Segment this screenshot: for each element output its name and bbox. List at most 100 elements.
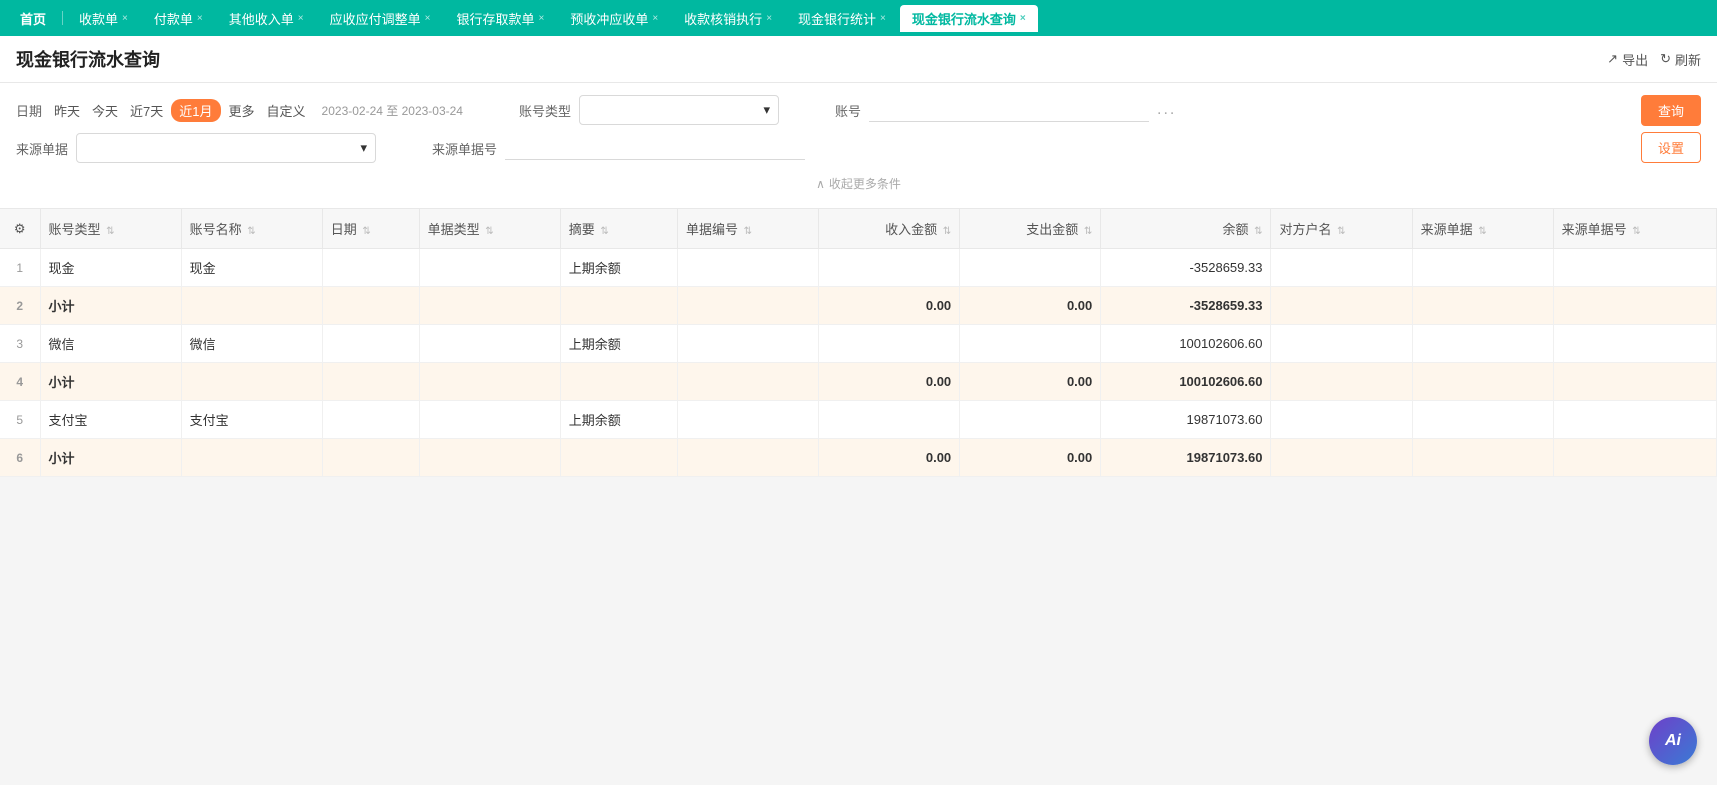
nav-tab-5[interactable]: 预收冲应收单 × [558,5,670,32]
page-header: 现金银行流水查询 ↗ 导出 ↻ 刷新 [0,36,1717,83]
more-options-icon[interactable]: ... [1157,101,1176,119]
nav-tab-3[interactable]: 应收应付调整单 × [318,5,443,32]
nav-tab-2[interactable]: 其他收入单 × [217,5,316,32]
cell-income [819,401,960,439]
source-doc-no-label: 来源单据号 [432,139,497,158]
cell-account-name [181,363,322,401]
cell-account-name [181,439,322,477]
cell-balance: 19871073.60 [1101,439,1271,477]
cell-expense: 0.00 [960,363,1101,401]
cell-account-type: 微信 [40,325,181,363]
nav-tab-8[interactable]: 现金银行流水查询 × [900,5,1038,32]
column-gear[interactable]: ⚙ [0,209,40,249]
date-btn-more[interactable]: 更多 [225,99,259,122]
close-icon[interactable]: × [197,13,203,24]
column-counterparty[interactable]: 对方户名 ⇅ [1271,209,1412,249]
cell-voucher-no [677,401,818,439]
column-balance[interactable]: 余额 ⇅ [1101,209,1271,249]
account-type-label: 账号类型 [519,101,571,120]
date-btn-7days[interactable]: 近7天 [126,99,167,122]
refresh-button[interactable]: ↻ 刷新 [1660,50,1701,69]
column-summary[interactable]: 摘要 ⇅ [560,209,677,249]
date-shortcuts: 昨天 今天 近7天 近1月 更多 自定义 [50,99,310,122]
close-icon[interactable]: × [298,13,304,24]
cell-account-type: 现金 [40,249,181,287]
column-account-name[interactable]: 账号名称 ⇅ [181,209,322,249]
source-doc-select[interactable]: ▾ [76,133,376,163]
page-title: 现金银行流水查询 [16,46,160,72]
cell-account-type: 小计 [40,363,181,401]
column-voucher-type[interactable]: 单据类型 ⇅ [419,209,560,249]
cell-voucher-type [419,287,560,325]
close-icon[interactable]: × [425,13,431,24]
cell-counterparty [1271,287,1412,325]
ai-badge[interactable]: Ai [1649,717,1697,765]
header-actions: ↗ 导出 ↻ 刷新 [1607,50,1701,69]
chevron-down-icon: ▾ [360,140,367,156]
table-row: 3微信微信上期余额100102606.60 [0,325,1717,363]
nav-tab-1[interactable]: 付款单 × [142,5,215,32]
query-button[interactable]: 查询 [1641,95,1701,126]
cell-summary [560,363,677,401]
nav-tab-0[interactable]: 收款单 × [67,5,140,32]
close-icon[interactable]: × [122,13,128,24]
close-icon[interactable]: × [1020,13,1026,24]
cell-balance: 100102606.60 [1101,325,1271,363]
sort-icon: ⇅ [1254,226,1262,237]
column-expense[interactable]: 支出金额 ⇅ [960,209,1101,249]
close-icon[interactable]: × [538,13,544,24]
cell-date [322,401,419,439]
cell-balance: -3528659.33 [1101,287,1271,325]
cell-voucher-no [677,249,818,287]
column-source-doc[interactable]: 来源单据 ⇅ [1412,209,1553,249]
table-row: 6小计0.000.0019871073.60 [0,439,1717,477]
cell-date [322,325,419,363]
nav-tab-6[interactable]: 收款核销执行 × [672,5,784,32]
date-btn-custom[interactable]: 自定义 [263,99,310,122]
export-icon: ↗ [1607,51,1618,67]
sort-icon: ⇅ [485,226,493,237]
nav-home[interactable]: 首页 [8,5,58,32]
date-btn-today[interactable]: 今天 [88,99,122,122]
cell-counterparty [1271,439,1412,477]
column-income[interactable]: 收入金额 ⇅ [819,209,960,249]
cell-voucher-type [419,401,560,439]
settings-button[interactable]: 设置 [1641,132,1701,163]
chevron-down-icon: ▾ [763,102,770,118]
source-doc-filter-group: 来源单据 ▾ [16,133,376,163]
cell-balance: 100102606.60 [1101,363,1271,401]
sort-icon: ⇅ [1632,226,1640,237]
sort-icon: ⇅ [744,226,752,237]
cell-no: 3 [0,325,40,363]
source-doc-no-input[interactable] [505,136,805,160]
cell-source-no [1553,363,1716,401]
cell-account-type: 小计 [40,439,181,477]
account-input[interactable] [869,98,1149,122]
column-voucher-no[interactable]: 单据编号 ⇅ [677,209,818,249]
close-icon[interactable]: × [880,13,886,24]
cell-counterparty [1271,249,1412,287]
cell-voucher-type [419,249,560,287]
cell-no: 5 [0,401,40,439]
column-account-type[interactable]: 账号类型 ⇅ [40,209,181,249]
collapse-bar[interactable]: ∧ 收起更多条件 [16,171,1701,196]
nav-tab-4[interactable]: 银行存取款单 × [444,5,556,32]
close-icon[interactable]: × [766,13,772,24]
date-btn-yesterday[interactable]: 昨天 [50,99,84,122]
cell-account-name [181,287,322,325]
column-source-no[interactable]: 来源单据号 ⇅ [1553,209,1716,249]
nav-tab-7[interactable]: 现金银行统计 × [786,5,898,32]
account-type-select[interactable]: ▾ [579,95,779,125]
export-button[interactable]: ↗ 导出 [1607,50,1648,69]
cell-income [819,325,960,363]
cell-voucher-type [419,439,560,477]
sort-icon: ⇅ [106,226,114,237]
cell-balance: -3528659.33 [1101,249,1271,287]
date-btn-1month[interactable]: 近1月 [171,99,220,122]
cell-no: 1 [0,249,40,287]
cell-counterparty [1271,325,1412,363]
close-icon[interactable]: × [652,13,658,24]
column-date[interactable]: 日期 ⇅ [322,209,419,249]
cell-summary: 上期余额 [560,401,677,439]
filter-right-actions: 查询 设置 [1641,95,1701,163]
